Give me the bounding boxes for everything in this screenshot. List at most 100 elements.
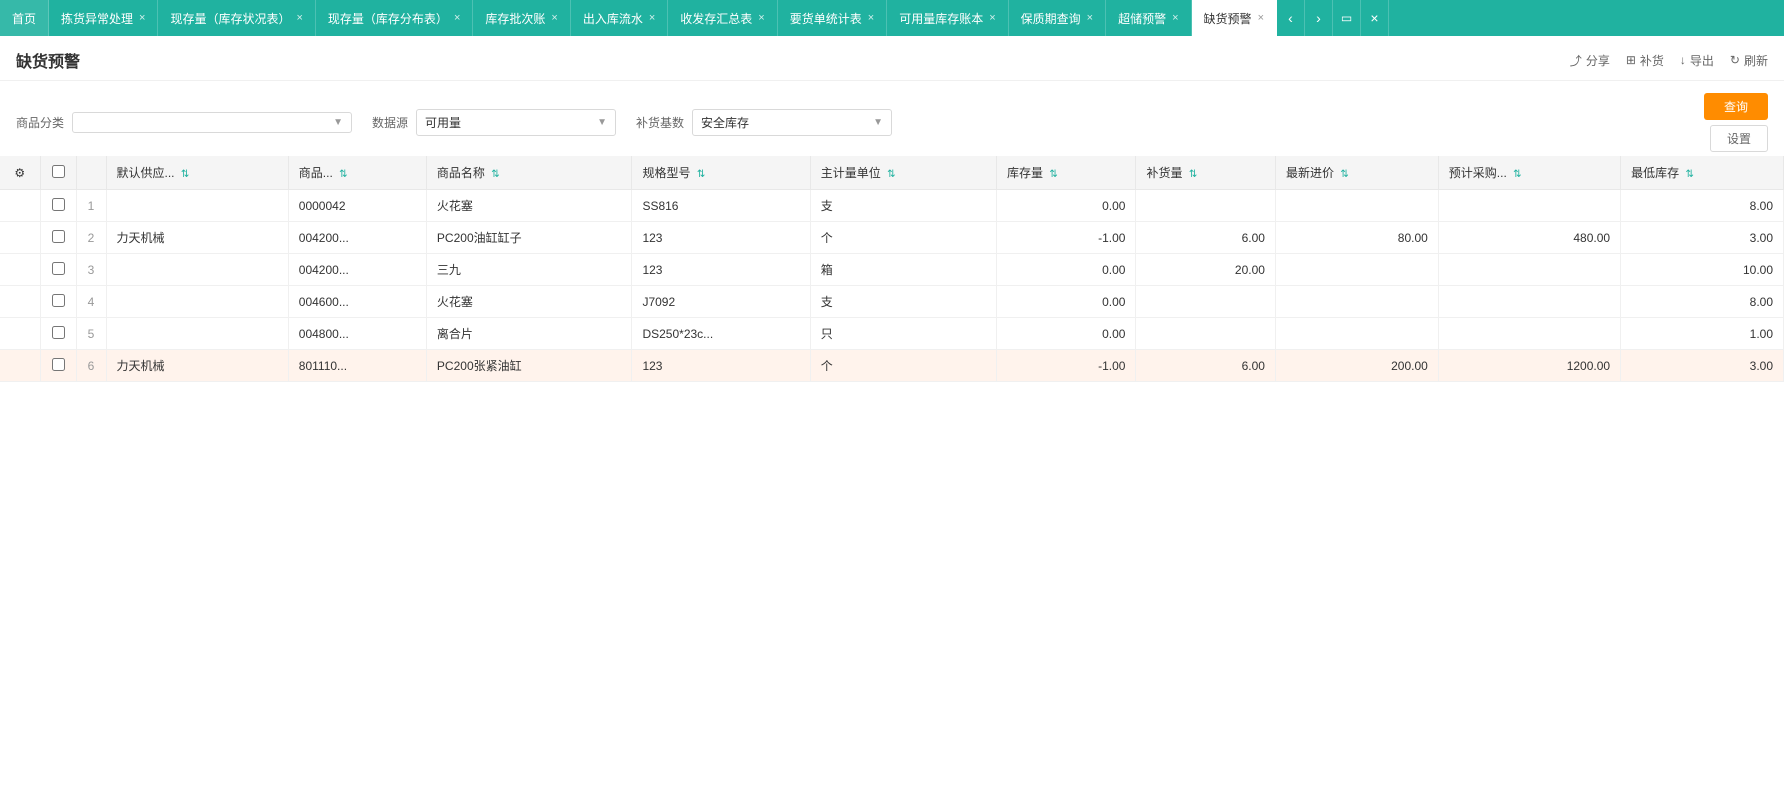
- tab-prev-btn[interactable]: ‹: [1277, 0, 1305, 36]
- row-checkbox[interactable]: [52, 358, 65, 371]
- row-est-purchase: 1200.00: [1438, 350, 1620, 382]
- tab-requisition[interactable]: 要货单统计表 ×: [778, 0, 887, 36]
- row-checkbox[interactable]: [52, 294, 65, 307]
- col-latest-price[interactable]: 最新进价 ⇅: [1275, 156, 1438, 190]
- tab-summary[interactable]: 收发存汇总表 ×: [668, 0, 777, 36]
- col-default-supplier[interactable]: 默认供应... ⇅: [106, 156, 288, 190]
- tab-overstock[interactable]: 超储预警 ×: [1106, 0, 1191, 36]
- col-est-purchase-label: 预计采购...: [1449, 166, 1507, 180]
- row-checkbox-cell[interactable]: [40, 350, 76, 382]
- tab-shortage-close[interactable]: ×: [1258, 12, 1264, 24]
- col-product-code[interactable]: 商品... ⇅: [288, 156, 426, 190]
- query-button[interactable]: 查询: [1704, 93, 1768, 120]
- tab-next-btn[interactable]: ›: [1305, 0, 1333, 36]
- tab-flow[interactable]: 出入库流水 ×: [571, 0, 668, 36]
- row-default-supplier: 力天机械: [106, 222, 288, 254]
- row-checkbox-cell[interactable]: [40, 190, 76, 222]
- row-number: 1: [76, 190, 106, 222]
- datasource-select-value: 可用量: [425, 114, 589, 131]
- col-spec[interactable]: 规格型号 ⇅: [632, 156, 810, 190]
- col-min-stock-label: 最低库存: [1631, 166, 1679, 180]
- row-checkbox[interactable]: [52, 262, 65, 275]
- settings-button[interactable]: 设置: [1710, 125, 1768, 152]
- tab-available[interactable]: 可用量库存账本 ×: [887, 0, 1008, 36]
- tab-stock-dist[interactable]: 现存量（库存分布表） ×: [316, 0, 473, 36]
- row-replenish-qty: [1136, 190, 1276, 222]
- tab-picking[interactable]: 拣货异常处理 ×: [49, 0, 158, 36]
- row-unit: 支: [810, 190, 996, 222]
- row-gear-cell: [0, 190, 40, 222]
- gear-settings-icon[interactable]: ⚙: [14, 166, 25, 180]
- row-spec: 123: [632, 222, 810, 254]
- tab-expiry-label: 保质期查询: [1021, 10, 1081, 27]
- row-checkbox-cell[interactable]: [40, 286, 76, 318]
- table-row: 3 004200... 三九 123 箱 0.00 20.00 10.00: [0, 254, 1784, 286]
- tab-stock-status-close[interactable]: ×: [296, 12, 302, 24]
- tab-overstock-close[interactable]: ×: [1172, 12, 1178, 24]
- row-latest-price: [1275, 254, 1438, 286]
- row-est-purchase: [1438, 318, 1620, 350]
- col-replenish-qty[interactable]: 补货量 ⇅: [1136, 156, 1276, 190]
- sort-spec-icon: ⇅: [697, 169, 705, 180]
- row-spec: 123: [632, 254, 810, 286]
- row-unit: 箱: [810, 254, 996, 286]
- tab-home[interactable]: 首页: [0, 0, 49, 36]
- row-checkbox[interactable]: [52, 230, 65, 243]
- tab-stock-dist-close[interactable]: ×: [454, 12, 460, 24]
- export-label: 导出: [1690, 52, 1714, 69]
- export-btn[interactable]: ↓ 导出: [1680, 52, 1714, 69]
- row-checkbox-cell[interactable]: [40, 318, 76, 350]
- row-replenish-qty: [1136, 286, 1276, 318]
- replenish-base-select[interactable]: 安全库存 ▼: [692, 109, 892, 136]
- tab-summary-close[interactable]: ×: [758, 12, 764, 24]
- row-checkbox-cell[interactable]: [40, 222, 76, 254]
- table-row: 1 0000042 火花塞 SS816 支 0.00 8.00: [0, 190, 1784, 222]
- row-checkbox-cell[interactable]: [40, 254, 76, 286]
- tab-close-all-btn[interactable]: ×: [1361, 0, 1389, 36]
- tab-expiry[interactable]: 保质期查询 ×: [1009, 0, 1106, 36]
- tab-picking-close[interactable]: ×: [139, 12, 145, 24]
- tab-shortage[interactable]: 缺货预警 ×: [1192, 0, 1277, 36]
- tab-available-close[interactable]: ×: [989, 12, 995, 24]
- tab-stock-status[interactable]: 现存量（库存状况表） ×: [158, 0, 315, 36]
- col-est-purchase[interactable]: 预计采购... ⇅: [1438, 156, 1620, 190]
- table-row: 5 004800... 离合片 DS250*23c... 只 0.00 1.00: [0, 318, 1784, 350]
- replenish-btn[interactable]: ⊞ 补货: [1626, 52, 1664, 69]
- col-gear[interactable]: ⚙: [0, 156, 40, 190]
- row-checkbox[interactable]: [52, 198, 65, 211]
- page-title: 缺货预警: [16, 48, 80, 72]
- refresh-btn[interactable]: ↻ 刷新: [1730, 52, 1768, 69]
- row-product-name: 离合片: [426, 318, 632, 350]
- datasource-select[interactable]: 可用量 ▼: [416, 109, 616, 136]
- row-spec: SS816: [632, 190, 810, 222]
- row-min-stock: 3.00: [1621, 350, 1784, 382]
- tab-expiry-close[interactable]: ×: [1087, 12, 1093, 24]
- tab-requisition-close[interactable]: ×: [868, 12, 874, 24]
- col-min-stock[interactable]: 最低库存 ⇅: [1621, 156, 1784, 190]
- col-stock[interactable]: 库存量 ⇅: [996, 156, 1136, 190]
- category-select[interactable]: ▼: [72, 112, 352, 133]
- select-all-checkbox[interactable]: [52, 165, 65, 178]
- row-gear-cell: [0, 350, 40, 382]
- row-checkbox[interactable]: [52, 326, 65, 339]
- col-unit[interactable]: 主计量单位 ⇅: [810, 156, 996, 190]
- row-latest-price: [1275, 190, 1438, 222]
- sort-product-code-icon: ⇅: [339, 169, 347, 180]
- row-gear-cell: [0, 286, 40, 318]
- tab-batch[interactable]: 库存批次账 ×: [473, 0, 570, 36]
- share-btn[interactable]: ⤴ 分享: [1570, 52, 1610, 69]
- col-checkbox[interactable]: [40, 156, 76, 190]
- tab-batch-close[interactable]: ×: [551, 12, 557, 24]
- row-default-supplier: [106, 190, 288, 222]
- replenish-label: 补货: [1640, 52, 1664, 69]
- row-number: 4: [76, 286, 106, 318]
- refresh-label: 刷新: [1744, 52, 1768, 69]
- row-product-name: PC200油缸缸子: [426, 222, 632, 254]
- row-est-purchase: [1438, 286, 1620, 318]
- row-default-supplier: 力天机械: [106, 350, 288, 382]
- row-default-supplier: [106, 254, 288, 286]
- tab-summary-label: 收发存汇总表: [680, 10, 752, 27]
- tab-flow-close[interactable]: ×: [649, 12, 655, 24]
- col-product-name[interactable]: 商品名称 ⇅: [426, 156, 632, 190]
- tab-restore-btn[interactable]: ▭: [1333, 0, 1361, 36]
